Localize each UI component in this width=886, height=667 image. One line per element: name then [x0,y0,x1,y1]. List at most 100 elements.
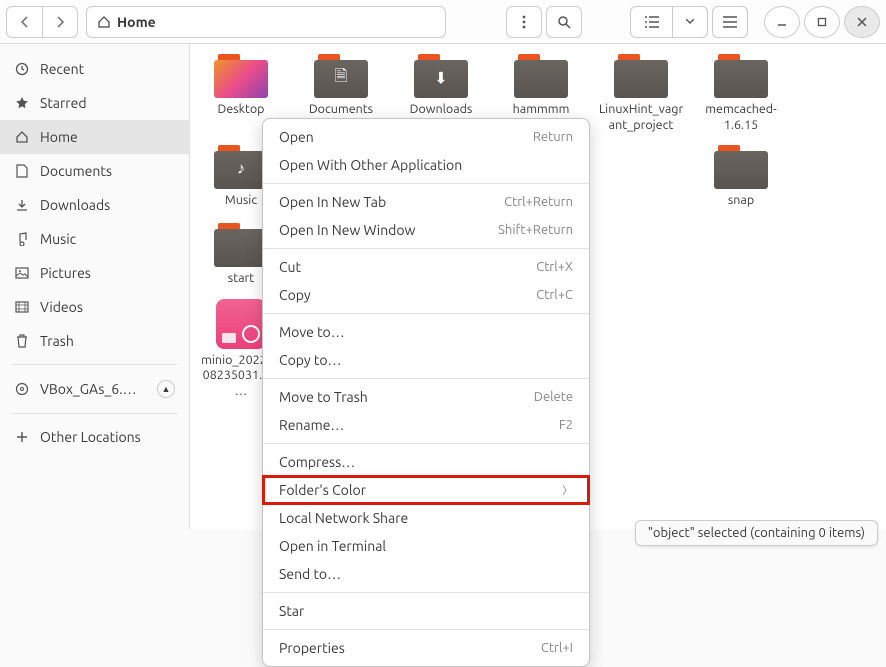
menu-shortcut: F2 [559,418,573,432]
sidebar-mount[interactable]: VBox_GAs_6.…▲ [0,371,189,407]
sidebar-item-recent[interactable]: Recent [0,52,189,86]
view-switcher [630,6,708,38]
folder-icon [214,54,268,98]
kebab-menu-button[interactable] [506,6,542,38]
menu-item-star[interactable]: Star [263,597,589,625]
minimize-button[interactable] [764,6,800,38]
sidebar-other-locations[interactable]: Other Locations [0,420,189,454]
file-label: Documents [309,102,373,118]
sidebar-item-label: Documents [40,163,112,179]
sidebar-item-documents[interactable]: Documents [0,154,189,188]
document-icon [14,164,30,178]
file-label: Music [225,193,257,209]
folder-icon [214,223,268,267]
sidebar-item-label: Trash [40,333,74,349]
disc-icon [14,382,30,396]
menu-shortcut: Shift+Return [498,223,573,237]
menu-item-label: Copy [279,287,311,303]
menu-item-copy[interactable]: Copy Ctrl+C [263,281,589,309]
sidebar-item-label: Music [40,231,76,247]
menu-item-open[interactable]: Open Return [263,123,589,151]
file-label: LinuxHint_vagrant_project [598,102,684,133]
file-item[interactable]: snap [698,145,784,211]
menu-item-cut[interactable]: CutCtrl+X [263,253,589,281]
chevron-right-icon [54,16,66,28]
menu-item-copy-to[interactable]: Copy to… [263,346,589,374]
menu-item-label: Open In New Tab [279,194,386,210]
back-button[interactable] [6,6,42,38]
menu-item-open-with-other-application[interactable]: Open With Other Application [263,151,589,179]
folder-icon [514,54,568,98]
menu-item-label: Move to… [279,324,345,340]
menu-item-rename[interactable]: Rename… F2 [263,411,589,439]
menu-item-label: Open With Other Application [279,157,462,173]
menu-item-properties[interactable]: Properties Ctrl+I [263,634,589,662]
sidebar-item-label: Recent [40,61,84,77]
folder-icon [714,145,768,189]
menu-item-label: Send to… [279,566,341,582]
download-icon [14,198,30,212]
sidebar-item-home[interactable]: Home [0,120,189,154]
status-bar: "object" selected (containing 0 items) [635,520,878,546]
file-item[interactable]: LinuxHint_vagrant_project [598,54,684,133]
folder-icon: ♪ [214,145,268,189]
sidebar-item-videos[interactable]: Videos [0,290,189,324]
list-icon [645,16,659,28]
menu-item-local-network-share[interactable]: Local Network Share [263,504,589,532]
file-label: Downloads [410,102,473,118]
menu-item-label: Open in Terminal [279,538,386,554]
kebab-icon [522,15,526,29]
menu-item-label: Properties [279,640,345,656]
menu-item-label: Rename… [279,417,344,433]
menu-item-move-to[interactable]: Move to… [263,318,589,346]
chevron-left-icon [19,16,31,28]
menu-item-folder-s-color[interactable]: Folder's Color〉 [263,476,589,504]
sidebar-item-music[interactable]: Music [0,222,189,256]
sidebar-item-downloads[interactable]: Downloads [0,188,189,222]
menu-item-open-in-terminal[interactable]: Open in Terminal [263,532,589,560]
folder-icon [614,54,668,98]
menu-item-open-in-new-tab[interactable]: Open In New Tab Ctrl+Return [263,188,589,216]
menu-shortcut: Ctrl+C [536,288,573,302]
home-icon [97,15,111,29]
menu-shortcut: Return [533,130,573,144]
forward-button[interactable] [42,6,78,38]
file-label: Desktop [218,102,265,118]
search-button[interactable] [546,6,582,38]
menu-item-send-to[interactable]: Send to… [263,560,589,588]
menu-shortcut: Ctrl+X [536,260,573,274]
folder-icon: ⬇ [414,54,468,98]
sidebar-item-starred[interactable]: Starred [0,86,189,120]
maximize-button[interactable] [804,6,840,38]
hamburger-menu-button[interactable] [712,6,748,38]
view-dropdown-button[interactable] [672,6,708,38]
eject-button[interactable]: ▲ [157,380,175,398]
menu-item-label: Local Network Share [279,510,408,526]
file-item[interactable]: memcached-1.6.15 [698,54,784,133]
menu-item-label: Copy to… [279,352,341,368]
menu-item-label: Move to Trash [279,389,368,405]
toolbar: Home [0,0,886,44]
plus-icon [14,431,30,443]
sidebar-item-pictures[interactable]: Pictures [0,256,189,290]
sidebar-item-label: Starred [40,95,87,111]
menu-shortcut: Ctrl+I [541,641,573,655]
nav-buttons [6,6,78,38]
sidebar-item-label: Downloads [40,197,110,213]
music-icon [14,232,30,246]
menu-item-open-in-new-window[interactable]: Open In New WindowShift+Return [263,216,589,244]
sidebar-item-label: Home [40,129,78,145]
folder-icon [714,54,768,98]
menu-item-compress[interactable]: Compress… [263,448,589,476]
close-button[interactable] [844,6,880,38]
path-bar[interactable]: Home [86,6,446,38]
menu-item-move-to-trash[interactable]: Move to TrashDelete [263,383,589,411]
file-label: snap [728,193,754,209]
menu-item-label: Star [279,603,304,619]
menu-shortcut: Ctrl+Return [504,195,573,209]
list-view-button[interactable] [630,6,672,38]
star-icon [14,96,30,110]
sidebar-item-trash[interactable]: Trash [0,324,189,358]
menu-item-label: Open [279,129,314,145]
file-label: start [228,271,254,287]
